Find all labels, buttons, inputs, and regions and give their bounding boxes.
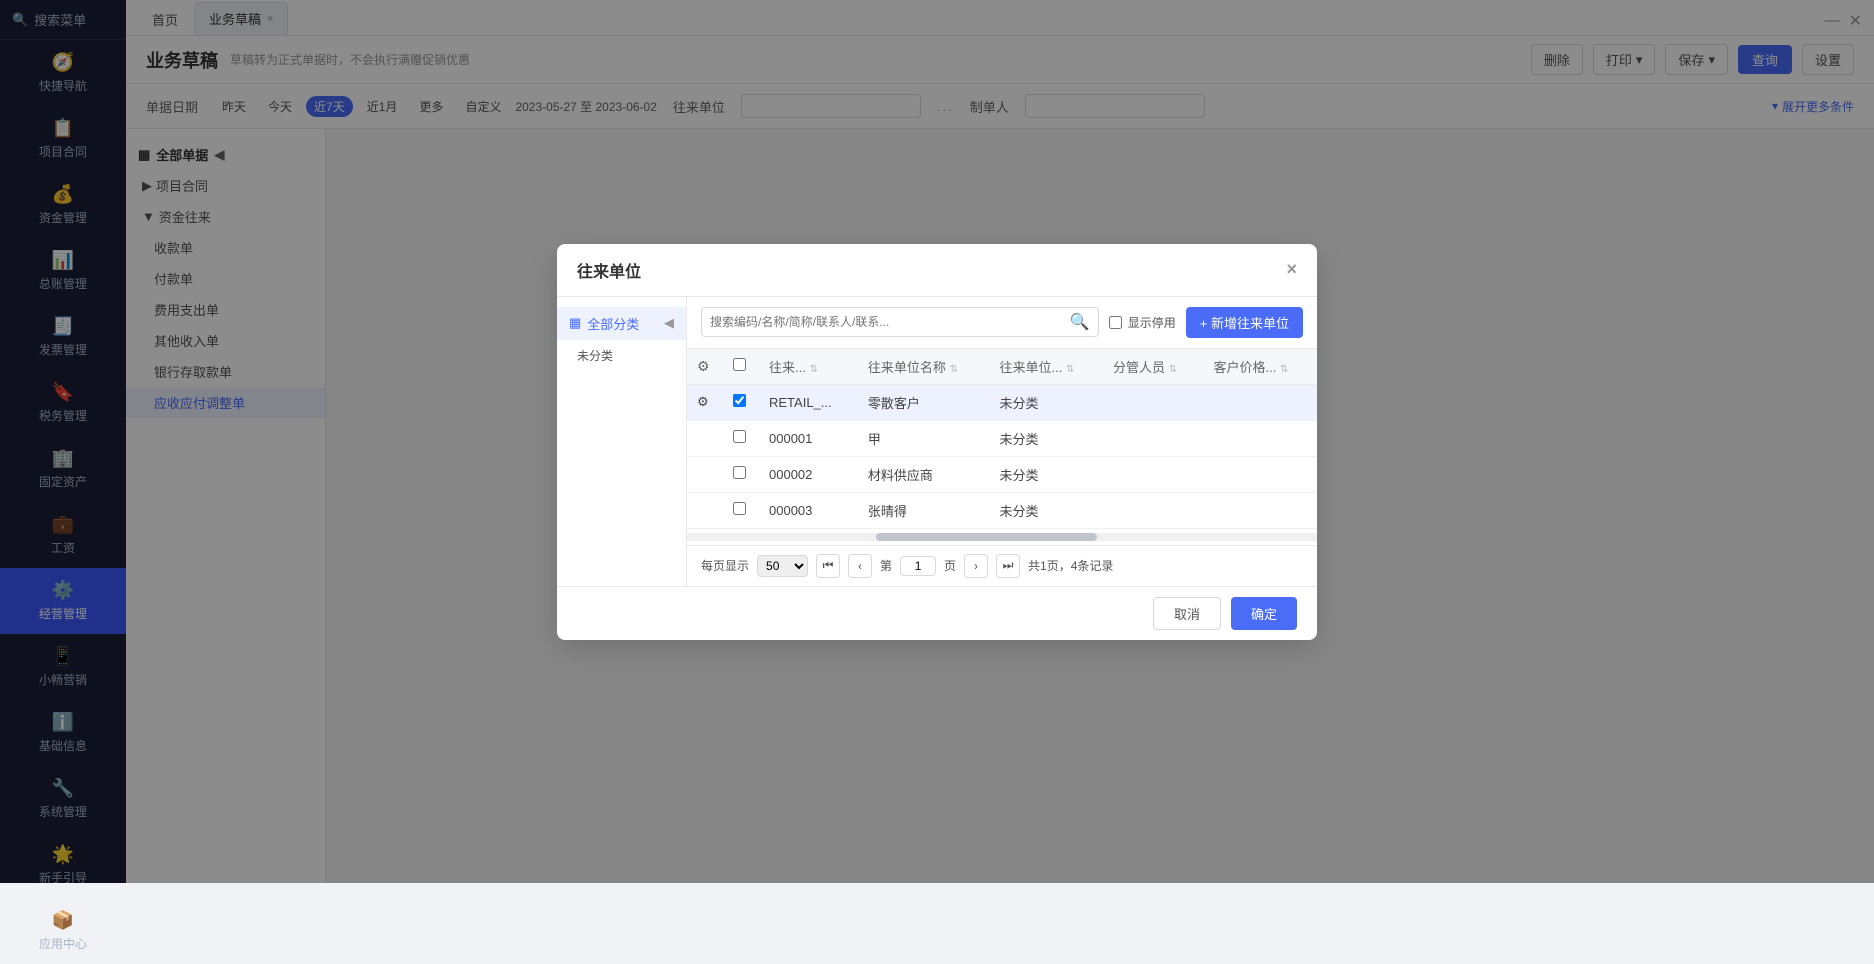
modal-sidebar-all-label: 全部分类	[587, 314, 639, 333]
row-manager	[1103, 492, 1204, 528]
modal-sidebar: ▦ 全部分类 ◀ 未分类	[557, 297, 687, 586]
prev-page-button[interactable]: ‹	[848, 554, 872, 578]
row-settings: ⚙	[687, 384, 723, 420]
category-col-header: 往来单位... ⇅	[989, 349, 1102, 385]
row-manager	[1103, 384, 1204, 420]
row-settings	[687, 420, 723, 456]
manager-col-header: 分管人员 ⇅	[1103, 349, 1204, 385]
add-counterparty-button[interactable]: + 新增往来单位	[1186, 307, 1303, 338]
row-category: 未分类	[989, 456, 1102, 492]
show-disabled-label: 显示停用	[1128, 314, 1176, 331]
sort-icon[interactable]: ⇅	[809, 364, 817, 375]
first-page-button[interactable]: ⏮	[816, 554, 840, 578]
table-row[interactable]: ⚙ RETAIL_... 零散客户 未分类	[687, 384, 1317, 420]
code-col-header: 往来... ⇅	[759, 349, 858, 385]
modal-header: 往来单位 ×	[557, 244, 1317, 297]
row-manager	[1103, 456, 1204, 492]
search-input[interactable]	[710, 315, 1064, 329]
modal-main: 🔍 显示停用 + 新增往来单位 ⚙	[687, 297, 1317, 586]
modal-sidebar-all-categories[interactable]: ▦ 全部分类 ◀	[557, 307, 686, 340]
price-col-label: 客户价格...	[1213, 360, 1276, 375]
row-name: 张晴得	[858, 492, 990, 528]
page-word: 页	[944, 557, 956, 574]
sort-icon[interactable]: ⇅	[1169, 364, 1177, 375]
next-page-button[interactable]: ›	[964, 554, 988, 578]
row-category: 未分类	[989, 384, 1102, 420]
search-box: 🔍	[701, 307, 1099, 337]
row-price	[1203, 456, 1317, 492]
modal-table: ⚙ 往来... ⇅ 往来单位名称	[687, 349, 1317, 529]
row-select-checkbox[interactable]	[733, 394, 746, 407]
total-info: 共1页，4条记录	[1028, 557, 1113, 574]
code-col-label: 往来...	[769, 360, 806, 375]
modal-sidebar-uncategorized[interactable]: 未分类	[557, 340, 686, 371]
modal-toolbar: 🔍 显示停用 + 新增往来单位	[687, 297, 1317, 349]
modal-body: ▦ 全部分类 ◀ 未分类 🔍	[557, 297, 1317, 586]
modal-sidebar-uncategorized-label: 未分类	[577, 347, 613, 364]
counterparty-modal: 往来单位 × ▦ 全部分类 ◀ 未分类	[557, 244, 1317, 640]
row-code: 000003	[759, 492, 858, 528]
row-checkbox[interactable]	[723, 384, 759, 420]
page-size-select[interactable]: 50 10 20 100	[757, 555, 808, 577]
modal-title: 往来单位	[577, 258, 641, 282]
modal-footer: 取消 确定	[557, 586, 1317, 640]
cancel-button[interactable]: 取消	[1153, 597, 1221, 630]
row-code: 000001	[759, 420, 858, 456]
row-name: 零散客户	[858, 384, 990, 420]
row-code: RETAIL_...	[759, 384, 858, 420]
row-category: 未分类	[989, 492, 1102, 528]
row-settings-icon: ⚙	[697, 394, 709, 409]
checkbox-col-header[interactable]	[723, 349, 759, 385]
row-price	[1203, 492, 1317, 528]
row-checkbox[interactable]	[723, 420, 759, 456]
table-row[interactable]: 000002 材料供应商 未分类	[687, 456, 1317, 492]
settings-col-header[interactable]: ⚙	[687, 349, 723, 385]
show-disabled-toggle[interactable]: 显示停用	[1109, 314, 1176, 331]
row-select-checkbox[interactable]	[733, 466, 746, 479]
row-price	[1203, 384, 1317, 420]
grid-icon: ▦	[569, 315, 581, 331]
row-checkbox[interactable]	[723, 492, 759, 528]
sort-icon[interactable]: ⇅	[1066, 364, 1074, 375]
price-col-header: 客户价格... ⇅	[1203, 349, 1317, 385]
modal-pagination: 每页显示 50 10 20 100 ⏮ ‹ 第 页 › ⏭ 共1页，4条记录	[687, 545, 1317, 586]
table-header-row: ⚙ 往来... ⇅ 往来单位名称	[687, 349, 1317, 385]
row-select-checkbox[interactable]	[733, 430, 746, 443]
app-center-icon: 📦	[52, 910, 74, 931]
row-checkbox[interactable]	[723, 456, 759, 492]
sort-icon[interactable]: ⇅	[1280, 364, 1288, 375]
confirm-button[interactable]: 确定	[1231, 597, 1297, 630]
page-num-word: 第	[880, 557, 892, 574]
modal-close-button[interactable]: ×	[1286, 259, 1297, 280]
page-size-label: 每页显示	[701, 557, 749, 574]
row-name: 甲	[858, 420, 990, 456]
show-disabled-checkbox[interactable]	[1109, 316, 1122, 329]
table-row[interactable]: 000003 张晴得 未分类	[687, 492, 1317, 528]
table-row[interactable]: 000001 甲 未分类	[687, 420, 1317, 456]
row-manager	[1103, 420, 1204, 456]
row-category: 未分类	[989, 420, 1102, 456]
row-code: 000002	[759, 456, 858, 492]
scrollbar-thumb[interactable]	[876, 533, 1097, 541]
category-col-label: 往来单位...	[999, 360, 1062, 375]
row-settings	[687, 492, 723, 528]
row-select-checkbox[interactable]	[733, 502, 746, 515]
name-col-header: 往来单位名称 ⇅	[858, 349, 990, 385]
modal-overlay: 往来单位 × ▦ 全部分类 ◀ 未分类	[0, 0, 1874, 883]
collapse-icon: ◀	[664, 315, 674, 331]
row-settings	[687, 456, 723, 492]
page-number-input[interactable]	[900, 556, 936, 576]
row-price	[1203, 420, 1317, 456]
sort-icon[interactable]: ⇅	[949, 364, 957, 375]
horizontal-scrollbar[interactable]	[687, 533, 1317, 541]
select-all-checkbox[interactable]	[733, 358, 746, 371]
sidebar-item-label: 应用中心	[39, 935, 87, 952]
manager-col-label: 分管人员	[1113, 360, 1165, 375]
sidebar-item-app-center[interactable]: 📦 应用中心	[0, 898, 126, 964]
row-name: 材料供应商	[858, 456, 990, 492]
name-col-label: 往来单位名称	[868, 360, 946, 375]
search-icon: 🔍	[1070, 312, 1090, 332]
col-settings-icon[interactable]: ⚙	[697, 358, 710, 374]
last-page-button[interactable]: ⏭	[996, 554, 1020, 578]
